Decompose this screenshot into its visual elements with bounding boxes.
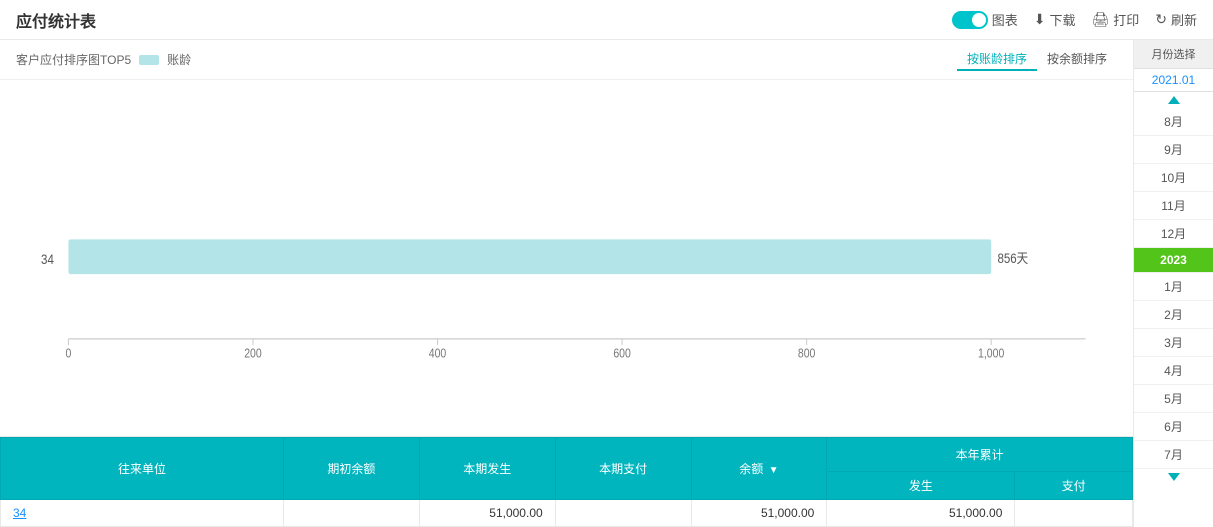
sort-by-balance-button[interactable]: 按余额排序 bbox=[1037, 48, 1117, 71]
col-current-occur: 本期发生 bbox=[419, 438, 555, 500]
chart-label: 图表 bbox=[992, 10, 1018, 29]
table-area: 往来单位 期初余额 本期发生 本期支付 余额 ▼ 本年累计 bbox=[0, 436, 1133, 527]
sidebar-year-marker[interactable]: 2023 bbox=[1134, 248, 1213, 273]
refresh-icon: ↻ bbox=[1155, 11, 1167, 28]
sidebar-month-10[interactable]: 10月 bbox=[1134, 164, 1213, 192]
sidebar: 月份选择 2021.01 8月 9月 10月 11月 12月 2023 1月 2… bbox=[1133, 40, 1213, 527]
sidebar-month-2[interactable]: 2月 bbox=[1134, 301, 1213, 329]
svg-text:200: 200 bbox=[244, 348, 261, 361]
col-ytd-occur: 发生 bbox=[827, 472, 1015, 500]
svg-text:400: 400 bbox=[429, 348, 446, 361]
cell-ytd-occur: 51,000.00 bbox=[827, 500, 1015, 527]
page-title: 应付统计表 bbox=[16, 8, 96, 32]
col-unit: 往来单位 bbox=[1, 438, 284, 500]
chart-area: 客户应付排序图TOP5 账龄 按账龄排序 按余额排序 34 856天 bbox=[0, 40, 1133, 527]
chart-legend: 客户应付排序图TOP5 账龄 bbox=[16, 51, 191, 68]
download-button[interactable]: ⬇ 下载 bbox=[1034, 10, 1076, 29]
cell-current-occur: 51,000.00 bbox=[419, 500, 555, 527]
cell-ytd-pay bbox=[1015, 500, 1133, 527]
sidebar-up-button[interactable] bbox=[1134, 92, 1213, 108]
sidebar-month-5[interactable]: 5月 bbox=[1134, 385, 1213, 413]
chart-content: 34 856天 0 200 400 600 800 1,000 bbox=[0, 80, 1133, 436]
balance-filter-icon[interactable]: ▼ bbox=[769, 465, 779, 476]
sidebar-month-7[interactable]: 7月 bbox=[1134, 441, 1213, 469]
col-ytd: 本年累计 bbox=[827, 438, 1133, 472]
col-ytd-pay: 支付 bbox=[1015, 472, 1133, 500]
header-actions: 图表 ⬇ 下载 🖨 打印 ↻ 刷新 bbox=[952, 10, 1197, 29]
sidebar-down-button[interactable] bbox=[1134, 469, 1213, 485]
bar-label: 856天 bbox=[997, 251, 1028, 266]
sidebar-month-1[interactable]: 1月 bbox=[1134, 273, 1213, 301]
refresh-button[interactable]: ↻ 刷新 bbox=[1155, 10, 1197, 29]
sidebar-month-4[interactable]: 4月 bbox=[1134, 357, 1213, 385]
table-container: 往来单位 期初余额 本期发生 本期支付 余额 ▼ 本年累计 bbox=[0, 437, 1133, 527]
svg-text:800: 800 bbox=[798, 348, 815, 361]
download-icon: ⬇ bbox=[1034, 11, 1046, 28]
download-label: 下载 bbox=[1049, 10, 1075, 29]
col-current-pay: 本期支付 bbox=[555, 438, 691, 500]
print-icon: 🖨 bbox=[1091, 11, 1109, 28]
chart-toggle[interactable] bbox=[952, 11, 988, 29]
chevron-down-icon bbox=[1168, 473, 1180, 481]
legend-text: 客户应付排序图TOP5 bbox=[16, 51, 131, 68]
sidebar-month-3[interactable]: 3月 bbox=[1134, 329, 1213, 357]
app-header: 应付统计表 图表 ⬇ 下载 🖨 打印 ↻ bbox=[0, 0, 1213, 40]
sidebar-month-9[interactable]: 9月 bbox=[1134, 136, 1213, 164]
cell-period-balance bbox=[284, 500, 420, 527]
chart-sort-buttons: 按账龄排序 按余额排序 bbox=[957, 48, 1117, 71]
y-axis-label: 34 bbox=[41, 252, 54, 267]
svg-text:600: 600 bbox=[613, 348, 630, 361]
chart-bar bbox=[68, 239, 991, 274]
chevron-up-icon bbox=[1168, 96, 1180, 104]
legend-box-label: 账龄 bbox=[167, 51, 191, 68]
col-period-balance: 期初余额 bbox=[284, 438, 420, 500]
cell-unit[interactable]: 34 bbox=[1, 500, 284, 527]
sidebar-month-12[interactable]: 12月 bbox=[1134, 220, 1213, 248]
main-content: 客户应付排序图TOP5 账龄 按账龄排序 按余额排序 34 856天 bbox=[0, 40, 1213, 527]
sidebar-month-8[interactable]: 8月 bbox=[1134, 108, 1213, 136]
print-label: 打印 bbox=[1113, 10, 1139, 29]
cell-current-pay bbox=[555, 500, 691, 527]
svg-text:1,000: 1,000 bbox=[978, 348, 1004, 361]
sidebar-year-display[interactable]: 2021.01 bbox=[1134, 69, 1213, 92]
chart-svg: 34 856天 0 200 400 600 800 1,000 bbox=[16, 90, 1117, 426]
sidebar-month-11[interactable]: 11月 bbox=[1134, 192, 1213, 220]
chart-toggle-item[interactable]: 图表 bbox=[952, 10, 1018, 29]
sidebar-month-6[interactable]: 6月 bbox=[1134, 413, 1213, 441]
data-table: 往来单位 期初余额 本期发生 本期支付 余额 ▼ 本年累计 bbox=[0, 437, 1133, 527]
refresh-label: 刷新 bbox=[1171, 10, 1197, 29]
cell-balance: 51,000.00 bbox=[691, 500, 827, 527]
table-row: 34 51,000.00 51,000.00 51,000.00 bbox=[1, 500, 1133, 527]
legend-box bbox=[139, 55, 159, 65]
chart-header: 客户应付排序图TOP5 账龄 按账龄排序 按余额排序 bbox=[0, 40, 1133, 80]
sidebar-header-label: 月份选择 bbox=[1134, 40, 1213, 69]
print-button[interactable]: 🖨 打印 bbox=[1091, 10, 1139, 29]
col-balance: 余额 ▼ bbox=[691, 438, 827, 500]
sort-by-amount-button[interactable]: 按账龄排序 bbox=[957, 48, 1037, 71]
svg-text:0: 0 bbox=[66, 348, 72, 361]
